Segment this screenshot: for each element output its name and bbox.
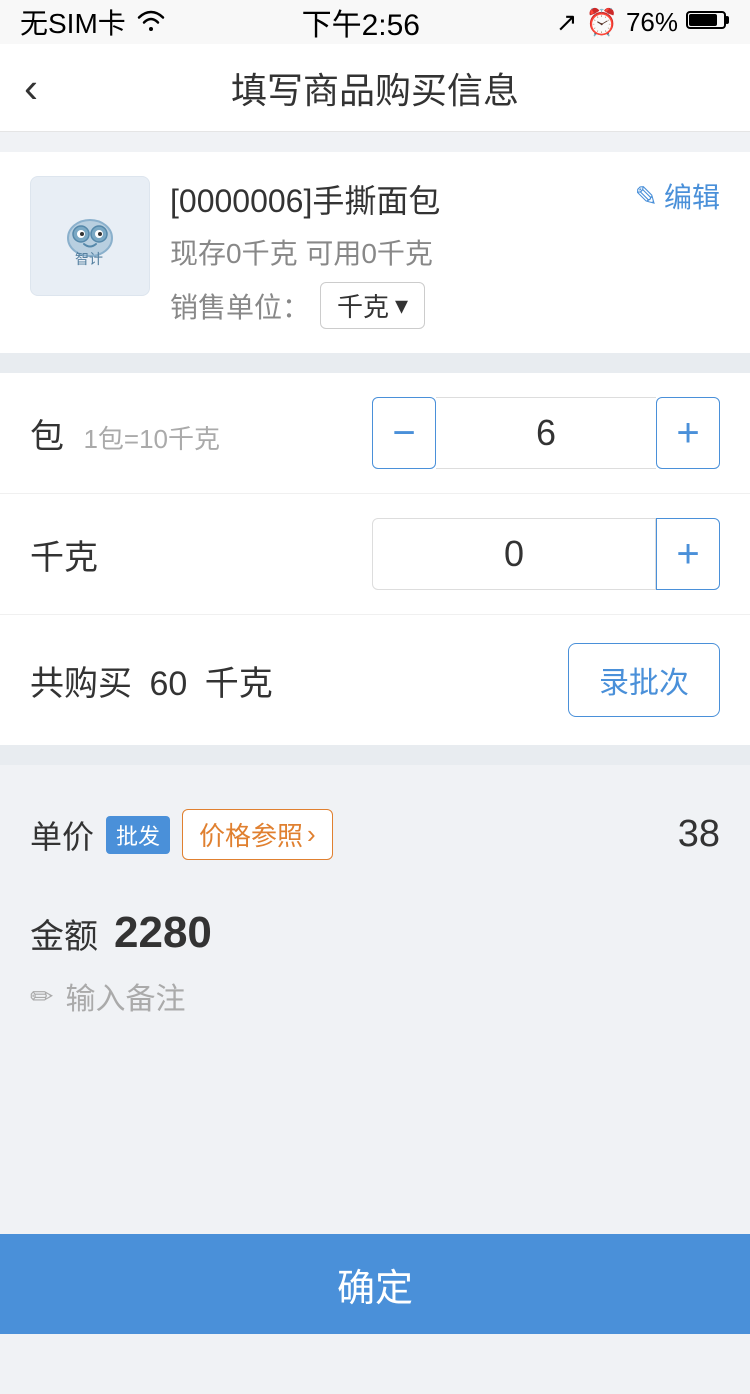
svg-text:智计: 智计 [75, 251, 103, 266]
product-thumbnail: 智计 [30, 176, 150, 296]
price-section: 单价 批发 价格参照 › 38 [0, 785, 750, 884]
product-card: 智计 [0000006]手撕面包 ✎ 编辑 现存0千克 可用0千克 销售单位： … [0, 152, 750, 353]
alarm-icon: ⏰ [586, 7, 618, 38]
product-name: [0000006]手撕面包 [170, 176, 440, 222]
nav-bar: ‹ 填写商品购买信息 [0, 44, 750, 132]
status-bar: 无SIM卡 下午2:56 ↗ ⏰ 76% [0, 0, 750, 44]
carrier-text: 无SIM卡 [20, 2, 126, 42]
amount-label: 金额 [30, 909, 98, 958]
confirm-button[interactable]: 确定 [0, 1234, 750, 1334]
page-title: 填写商品购买信息 [231, 62, 519, 114]
kg-row: 千克 + [0, 494, 750, 615]
edit-icon: ✎ [635, 180, 658, 213]
status-time: 下午2:56 [302, 0, 420, 44]
total-text: 共购买 60 千克 [30, 656, 273, 705]
price-reference-button[interactable]: 价格参照 › [182, 809, 333, 860]
price-value: 38 [678, 813, 720, 856]
package-quantity-input[interactable] [436, 397, 656, 469]
section-divider-1 [0, 353, 750, 373]
price-row: 单价 批发 价格参照 › 38 [30, 809, 720, 860]
status-left: 无SIM卡 [20, 2, 166, 42]
total-row: 共购买 60 千克 录批次 [0, 615, 750, 745]
package-minus-button[interactable]: − [372, 397, 436, 469]
dropdown-arrow-icon: ▾ [395, 290, 408, 321]
unit-select[interactable]: 千克 ▾ [320, 282, 425, 329]
amount-section: 金额 2280 ✏ 输入备注 [0, 884, 750, 1034]
remark-row[interactable]: ✏ 输入备注 [30, 974, 720, 1018]
package-quantity-control: − + [372, 397, 720, 469]
status-right: ↗ ⏰ 76% [556, 7, 730, 38]
empty-area [0, 1034, 750, 1394]
amount-value: 2280 [114, 908, 212, 958]
product-info: [0000006]手撕面包 ✎ 编辑 现存0千克 可用0千克 销售单位： 千克 … [170, 176, 720, 329]
battery-text: 76% [626, 7, 678, 38]
product-unit: 销售单位： 千克 ▾ [170, 282, 720, 329]
section-divider-2 [0, 745, 750, 765]
back-button[interactable]: ‹ [24, 64, 38, 112]
battery-icon [686, 7, 730, 38]
wifi-icon [136, 6, 166, 38]
chevron-right-icon: › [307, 819, 316, 850]
edit-button[interactable]: ✎ 编辑 [635, 176, 720, 216]
kg-quantity-input[interactable] [372, 518, 656, 590]
product-stock: 现存0千克 可用0千克 [170, 232, 720, 272]
package-row: 包 1包=10千克 − + [0, 373, 750, 494]
input-section: 包 1包=10千克 − + 千克 + [0, 373, 750, 615]
price-left: 单价 批发 价格参照 › [30, 809, 333, 860]
package-hint: 1包=10千克 [83, 424, 220, 454]
price-tag-wholesale: 批发 [106, 816, 170, 854]
location-icon: ↗ [556, 7, 578, 38]
kg-label: 千克 [30, 530, 372, 579]
package-label: 包 1包=10千克 [30, 409, 372, 458]
record-batch-button[interactable]: 录批次 [568, 643, 720, 717]
remark-placeholder: 输入备注 [65, 974, 185, 1018]
package-plus-button[interactable]: + [656, 397, 720, 469]
kg-quantity-control: + [372, 518, 720, 590]
price-label: 单价 [30, 812, 94, 858]
amount-row: 金额 2280 [30, 908, 720, 958]
pencil-icon: ✏ [30, 980, 53, 1013]
kg-plus-button[interactable]: + [656, 518, 720, 590]
